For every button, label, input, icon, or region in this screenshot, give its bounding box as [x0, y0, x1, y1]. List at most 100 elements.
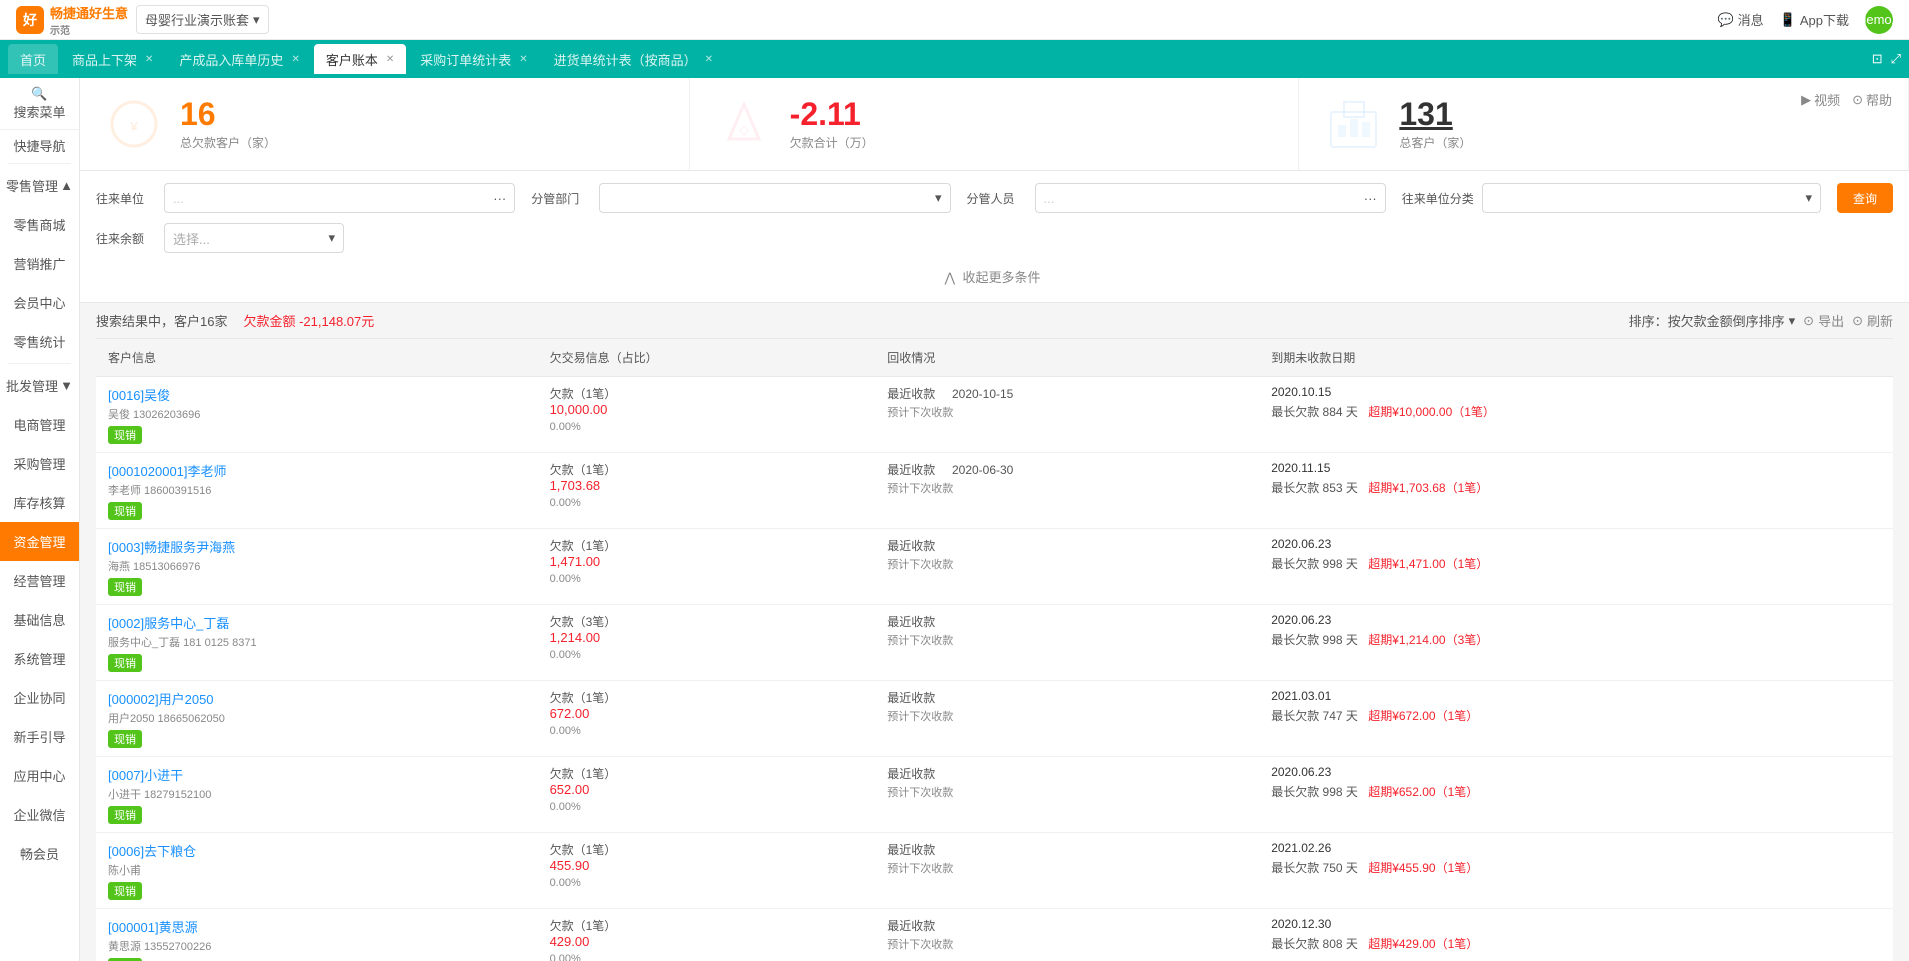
- sidebar-item-apps[interactable]: 应用中心: [0, 756, 79, 795]
- sidebar-item-member[interactable]: 会员中心: [0, 283, 79, 322]
- due-date: 2020.06.23: [1271, 537, 1881, 551]
- sidebar-item-retail-mall[interactable]: 零售商城: [0, 205, 79, 244]
- customer-name-link[interactable]: [000002]用户2050: [108, 689, 526, 708]
- close-icon[interactable]: ✕: [145, 54, 153, 65]
- tab-stock[interactable]: 进货单统计表（按商品） ✕: [542, 44, 725, 74]
- customer-name-link[interactable]: [0007]小进干: [108, 765, 526, 784]
- sidebar-item-system[interactable]: 系统管理: [0, 639, 79, 678]
- filter-category: 往来单位分类 ▾: [1402, 183, 1821, 213]
- customer-name-link[interactable]: [0006]去下粮仓: [108, 841, 526, 860]
- tab-account[interactable]: 客户账本 ✕: [314, 44, 406, 74]
- sidebar-item-inventory[interactable]: 库存核算: [0, 483, 79, 522]
- data-table: 客户信息 欠交易信息（占比） 回收情况 到期未收款日期 [0016]吴俊 吴俊 …: [96, 338, 1893, 961]
- sidebar-divider: [8, 163, 71, 164]
- message-icon: 💬: [1717, 12, 1733, 28]
- sidebar-item-operation[interactable]: 经营管理: [0, 561, 79, 600]
- close-icon[interactable]: ✕: [386, 54, 394, 65]
- sidebar-item-retail[interactable]: 零售管理 ▲: [0, 166, 79, 205]
- sidebar-search[interactable]: 🔍 搜索菜单: [0, 78, 79, 130]
- close-icon[interactable]: ✕: [291, 54, 299, 65]
- debt-amount[interactable]: 10,000.00: [550, 402, 864, 417]
- tab-home[interactable]: 首页: [8, 44, 58, 74]
- debt-customers-label: 总欠款客户（家）: [180, 134, 276, 151]
- balance-select[interactable]: 选择... ▾: [164, 223, 344, 253]
- sidebar-item-corp[interactable]: 企业协同: [0, 678, 79, 717]
- sidebar-item-wholesale[interactable]: 批发管理 ▼: [0, 366, 79, 405]
- person-label: 分管人员: [967, 190, 1027, 207]
- tab-product[interactable]: 商品上下架 ✕: [60, 44, 165, 74]
- restore-icon[interactable]: ⊡: [1872, 51, 1883, 67]
- collapse-row[interactable]: ⋀ 收起更多条件: [96, 263, 1893, 290]
- sidebar-item-guide[interactable]: 新手引导: [0, 717, 79, 756]
- debt-amount[interactable]: 672.00: [550, 706, 864, 721]
- refresh-button[interactable]: ⊙ 刷新: [1852, 311, 1893, 330]
- person-input[interactable]: ... ···: [1035, 183, 1386, 213]
- cell-customer: [0006]去下粮仓 陈小甫 现销: [96, 833, 538, 909]
- company-selector[interactable]: 母婴行业演示账套 ▾: [136, 5, 269, 34]
- debt-count: 欠款（1笔）: [550, 917, 864, 934]
- customer-name-link[interactable]: [0001020001]李老师: [108, 461, 526, 480]
- sidebar-item-wechat[interactable]: 企业微信: [0, 795, 79, 834]
- avatar[interactable]: demo2: [1865, 6, 1893, 34]
- tab-purchase[interactable]: 采购订单统计表 ✕: [408, 44, 539, 74]
- tab-account-label: 客户账本: [326, 50, 378, 69]
- overdue-link[interactable]: 超期¥10,000.00（1笔）: [1368, 405, 1495, 419]
- debt-percent: 0.00%: [550, 877, 864, 889]
- sidebar-divider: [8, 363, 71, 364]
- debt-amount[interactable]: 1,471.00: [550, 554, 864, 569]
- overdue-info: 最长欠款 853 天 超期¥1,703.68（1笔）: [1271, 479, 1881, 496]
- sidebar-item-marketing[interactable]: 营销推广: [0, 244, 79, 283]
- overdue-link[interactable]: 超期¥1,471.00（1笔）: [1368, 557, 1488, 571]
- maximize-icon[interactable]: ⤢: [1891, 51, 1901, 67]
- overdue-link[interactable]: 超期¥455.90（1笔）: [1368, 861, 1478, 875]
- cell-customer: [0016]吴俊 吴俊 13026203696 现销: [96, 377, 538, 453]
- overdue-link[interactable]: 超期¥429.00（1笔）: [1368, 937, 1478, 951]
- category-select[interactable]: ▾: [1482, 183, 1821, 213]
- overdue-link[interactable]: 超期¥1,214.00（3笔）: [1368, 633, 1488, 647]
- debt-amount[interactable]: 429.00: [550, 934, 864, 949]
- debt-amount[interactable]: 652.00: [550, 782, 864, 797]
- video-button[interactable]: ▶ 视频: [1801, 90, 1840, 109]
- help-button[interactable]: ⊙ 帮助: [1852, 90, 1892, 109]
- debt-amount[interactable]: 455.90: [550, 858, 864, 873]
- close-icon[interactable]: ✕: [519, 54, 527, 65]
- sidebar-item-basic[interactable]: 基础信息: [0, 600, 79, 639]
- sidebar-item-finance[interactable]: 资金管理: [0, 522, 79, 561]
- overdue-link[interactable]: 超期¥652.00（1笔）: [1368, 785, 1478, 799]
- debt-count: 欠款（1笔）: [550, 765, 864, 782]
- cell-debt: 欠款（1笔） 1,703.68 0.00%: [538, 453, 876, 529]
- search-button[interactable]: 查询: [1837, 183, 1893, 213]
- sidebar-item-retail-stats[interactable]: 零售统计: [0, 322, 79, 361]
- cell-due: 2020.10.15 最长欠款 884 天 超期¥10,000.00（1笔）: [1259, 377, 1893, 453]
- overdue-link[interactable]: 超期¥1,703.68（1笔）: [1368, 481, 1488, 495]
- customer-name-link[interactable]: [0016]吴俊: [108, 385, 526, 404]
- sort-selector[interactable]: 排序：按欠款金额倒序排序 ▾: [1629, 311, 1796, 330]
- supplier-input[interactable]: ... ···: [164, 183, 515, 213]
- close-icon[interactable]: ✕: [705, 54, 713, 65]
- customer-name-link[interactable]: [0002]服务中心_丁磊: [108, 613, 526, 632]
- message-button[interactable]: 💬 消息: [1717, 10, 1763, 29]
- sidebar-item-purchase[interactable]: 采购管理: [0, 444, 79, 483]
- total-debt-number: -2.11: [790, 98, 874, 130]
- customer-name-link[interactable]: [0003]畅捷服务尹海燕: [108, 537, 526, 556]
- sidebar-item-vip[interactable]: 畅会员: [0, 834, 79, 873]
- col-due: 到期未收款日期: [1259, 339, 1893, 377]
- topbar: 好 畅捷通好生意 示范 母婴行业演示账套 ▾ 💬 消息 📱 App下载 demo…: [0, 0, 1909, 40]
- debt-amount[interactable]: 1,214.00: [550, 630, 864, 645]
- sidebar-item-ecommerce[interactable]: 电商管理: [0, 405, 79, 444]
- collapse-icon: ⋀: [944, 270, 955, 285]
- export-button[interactable]: ⊙ 导出: [1803, 311, 1844, 330]
- app-download-button[interactable]: 📱 App下载: [1780, 10, 1849, 29]
- logo-text: 畅捷通好生意 示范: [50, 3, 128, 37]
- customer-contact: 海燕 18513066976: [108, 558, 526, 574]
- due-date: 2021.03.01: [1271, 689, 1881, 703]
- total-customers-number: 131: [1399, 98, 1471, 130]
- dept-select[interactable]: ▾: [599, 183, 950, 213]
- debt-amount[interactable]: 1,703.68: [550, 478, 864, 493]
- customer-name-link[interactable]: [000001]黄思源: [108, 917, 526, 936]
- customer-contact: 黄思源 13552700226: [108, 938, 526, 954]
- search-icon: 🔍: [4, 86, 75, 102]
- overdue-link[interactable]: 超期¥672.00（1笔）: [1368, 709, 1478, 723]
- sidebar-nav-item[interactable]: 快捷导航: [0, 130, 79, 161]
- tab-history[interactable]: 产成品入库单历史 ✕: [167, 44, 311, 74]
